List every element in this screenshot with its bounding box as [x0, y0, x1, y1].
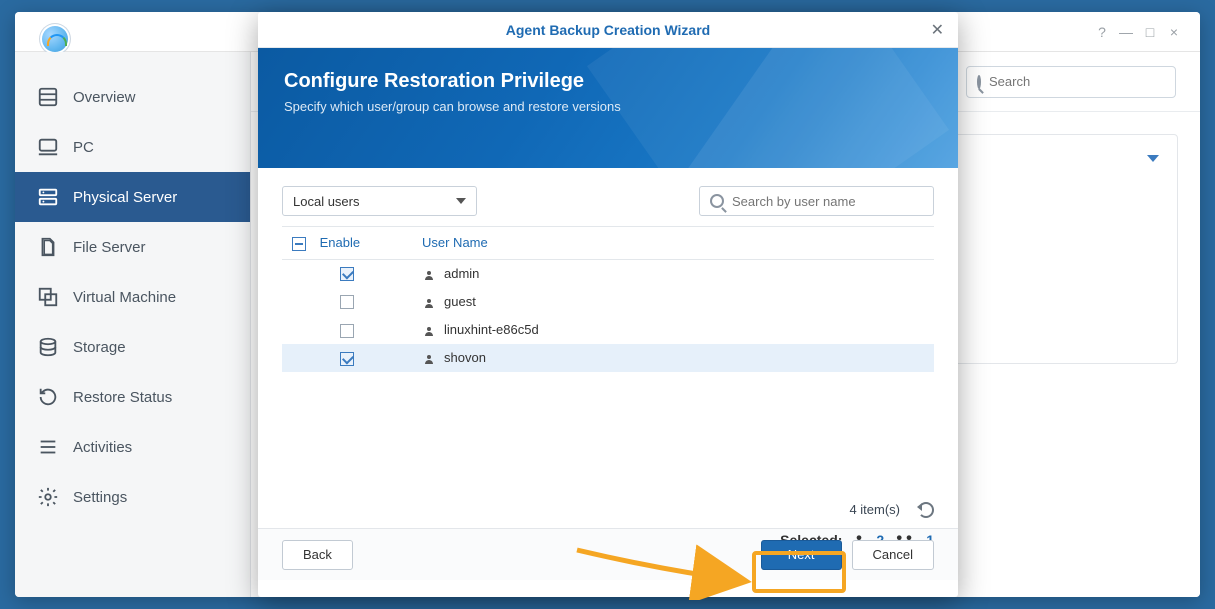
enable-checkbox[interactable]: [340, 324, 354, 338]
column-username[interactable]: User Name: [412, 227, 934, 260]
wizard-banner: Configure Restoration Privilege Specify …: [258, 48, 958, 168]
file-server-icon: [37, 236, 59, 258]
cancel-button[interactable]: Cancel: [852, 540, 934, 570]
chevron-down-icon: [1147, 155, 1159, 162]
agent-backup-wizard: Agent Backup Creation Wizard ✕ Configure…: [258, 12, 958, 597]
user-icon: [422, 267, 436, 282]
wizard-heading: Configure Restoration Privilege: [284, 70, 932, 93]
overview-icon: [37, 86, 59, 108]
close-button[interactable]: ×: [1162, 24, 1186, 40]
activities-icon: [37, 436, 59, 458]
sidebar-item-label: Physical Server: [73, 189, 177, 206]
sidebar-item-label: Virtual Machine: [73, 289, 176, 306]
table-row[interactable]: guest: [282, 288, 934, 316]
modal-title: Agent Backup Creation Wizard: [506, 22, 710, 38]
dropdown-value: Local users: [293, 194, 359, 209]
table-row[interactable]: linuxhint-e86c5d: [282, 316, 934, 344]
sidebar-item-label: Overview: [73, 89, 136, 106]
sidebar-item-restore-status[interactable]: Restore Status: [15, 372, 250, 422]
global-search[interactable]: [966, 66, 1176, 98]
username-cell: admin: [444, 266, 479, 281]
users-table: Enable User Name admin guest linuxhint-e86…: [282, 226, 934, 372]
user-search[interactable]: [699, 186, 934, 216]
sidebar-item-label: Storage: [73, 339, 126, 356]
username-cell: shovon: [444, 350, 486, 365]
pc-icon: [37, 136, 59, 158]
help-button[interactable]: ?: [1090, 24, 1114, 40]
sidebar-item-file-server[interactable]: File Server: [15, 222, 250, 272]
next-button[interactable]: Next: [761, 540, 842, 570]
user-scope-dropdown[interactable]: Local users: [282, 186, 477, 216]
sidebar-item-label: Restore Status: [73, 389, 172, 406]
sidebar-item-label: Activities: [73, 439, 132, 456]
search-icon: [710, 194, 724, 208]
chevron-down-icon: [456, 198, 466, 204]
sidebar-item-label: PC: [73, 139, 94, 156]
user-icon: [422, 323, 436, 338]
sidebar-item-pc[interactable]: PC: [15, 122, 250, 172]
refresh-button[interactable]: [918, 502, 934, 518]
sidebar-item-activities[interactable]: Activities: [15, 422, 250, 472]
restore-status-icon: [37, 386, 59, 408]
back-button[interactable]: Back: [282, 540, 353, 570]
storage-icon: [37, 336, 59, 358]
sidebar-item-settings[interactable]: Settings: [15, 472, 250, 522]
minimize-button[interactable]: —: [1114, 24, 1138, 40]
wizard-subheading: Specify which user/group can browse and …: [284, 99, 932, 114]
username-cell: linuxhint-e86c5d: [444, 322, 539, 337]
table-row[interactable]: admin: [282, 259, 934, 288]
search-icon: [977, 75, 981, 89]
sidebar-item-virtual-machine[interactable]: Virtual Machine: [15, 272, 250, 322]
table-row[interactable]: shovon: [282, 344, 934, 372]
maximize-button[interactable]: □: [1138, 24, 1162, 40]
sidebar-item-physical-server[interactable]: Physical Server: [15, 172, 250, 222]
app-logo-icon: [40, 24, 70, 54]
modal-close-button[interactable]: ✕: [931, 20, 944, 40]
user-search-input[interactable]: [732, 194, 923, 209]
settings-icon: [37, 486, 59, 508]
enable-checkbox[interactable]: [340, 352, 354, 366]
enable-checkbox[interactable]: [340, 267, 354, 281]
user-icon: [422, 295, 436, 310]
vm-icon: [37, 286, 59, 308]
sidebar-item-storage[interactable]: Storage: [15, 322, 250, 372]
search-input[interactable]: [989, 74, 1165, 89]
sidebar-item-overview[interactable]: Overview: [15, 72, 250, 122]
username-cell: guest: [444, 294, 476, 309]
column-enable[interactable]: Enable: [282, 227, 412, 260]
sidebar-item-label: File Server: [73, 239, 146, 256]
sidebar-item-label: Settings: [73, 489, 127, 506]
sidebar: Overview PC Physical Server File Server: [15, 52, 250, 597]
item-count: 4 item(s): [849, 502, 900, 517]
user-icon: [422, 351, 436, 366]
enable-checkbox[interactable]: [340, 295, 354, 309]
header-checkbox-indeterminate[interactable]: [292, 237, 306, 251]
physical-server-icon: [37, 186, 59, 208]
